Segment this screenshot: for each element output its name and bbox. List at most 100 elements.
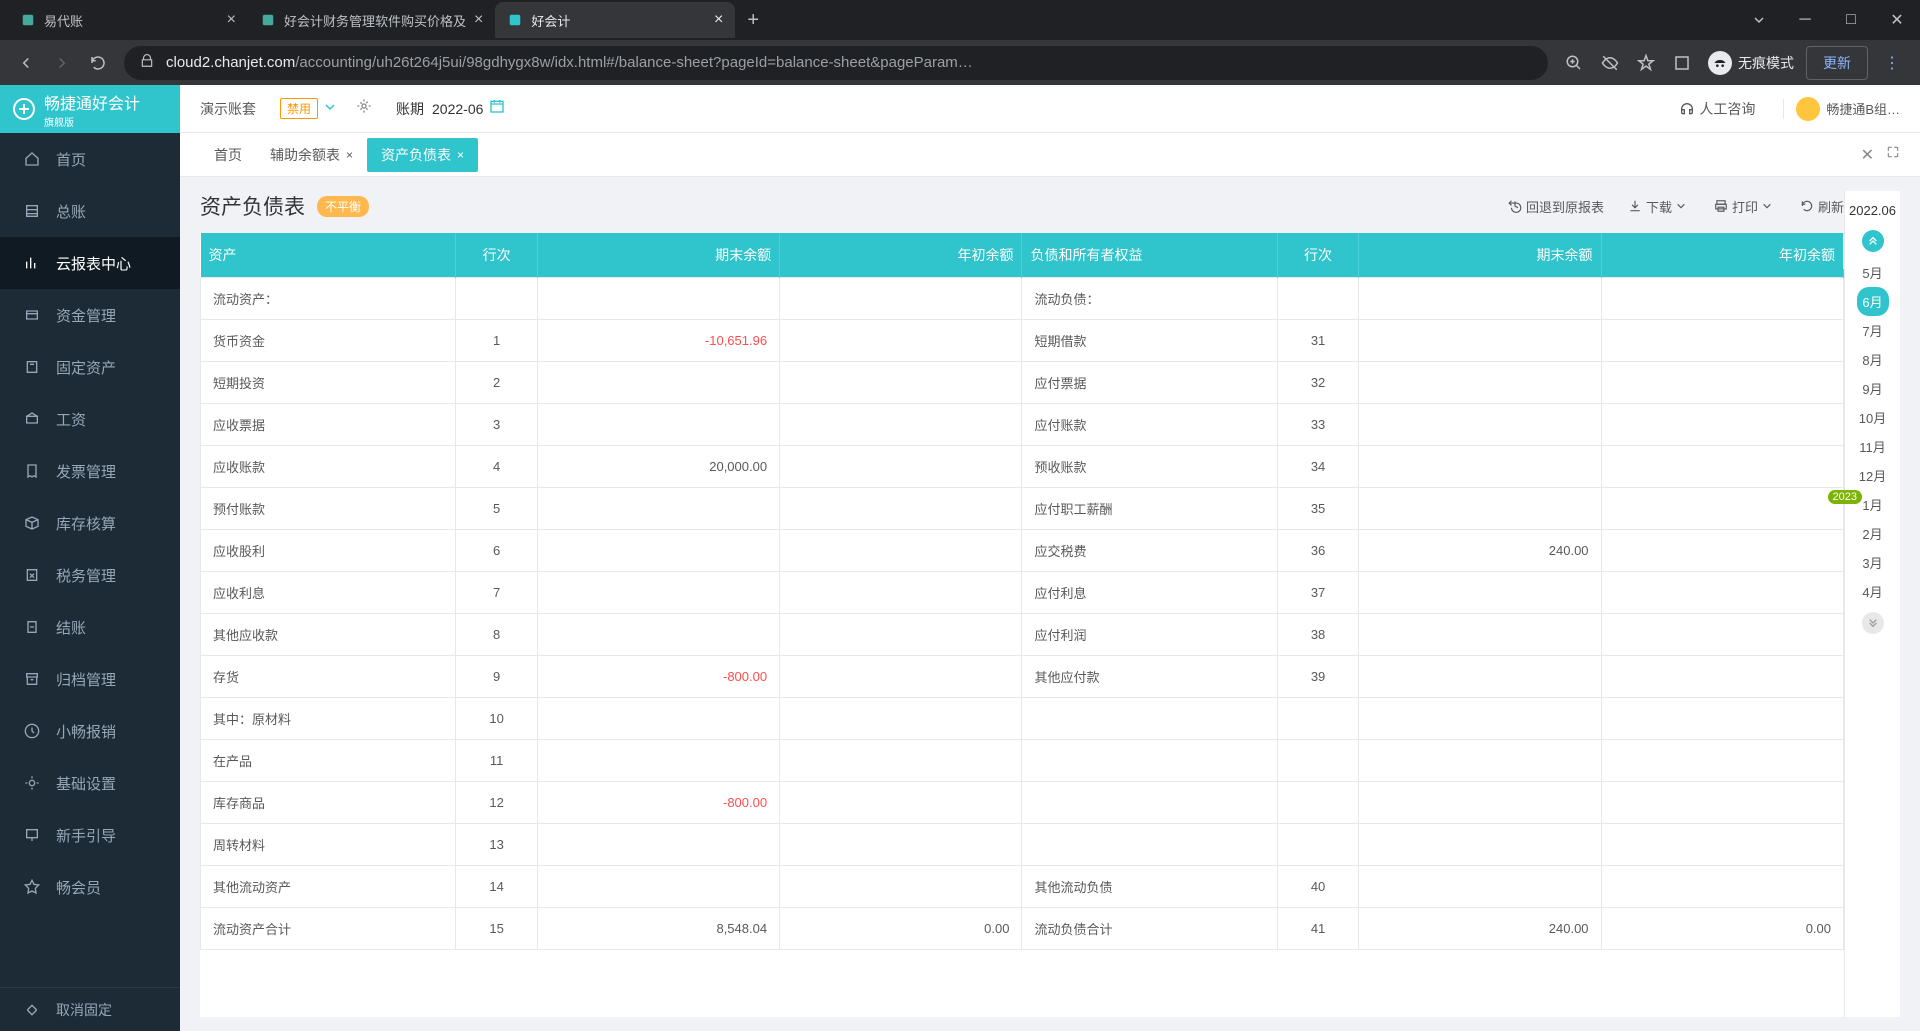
month-item[interactable]: 12月 [1857,461,1889,490]
table-row[interactable]: 周转材料13 [201,824,1844,866]
table-cell [1359,572,1601,614]
new-tab-button[interactable]: + [735,9,771,32]
table-cell: -800.00 [537,656,779,698]
sidebar-item[interactable]: 资金管理 [0,289,180,341]
calendar-icon[interactable] [489,98,505,119]
table-cell: 其他应收款 [201,614,456,656]
month-item[interactable]: 11月 [1857,432,1889,461]
sidebar-item[interactable]: 归档管理 [0,653,180,705]
sidebar-item[interactable]: 结账 [0,601,180,653]
table-row[interactable]: 短期投资2应付票据32 [201,362,1844,404]
sidebar-item[interactable]: 库存核算 [0,497,180,549]
eye-off-icon[interactable] [1592,45,1628,81]
month-scroll-up[interactable] [1862,230,1884,252]
reload-button[interactable] [80,45,116,81]
table-row[interactable]: 在产品11 [201,740,1844,782]
table-cell [1359,488,1601,530]
support-link[interactable]: 人工咨询 [1679,99,1755,119]
month-item[interactable]: 9月 [1857,374,1889,403]
sidebar-unpin[interactable]: 取消固定 [0,987,180,1031]
app-container: 畅捷通好会计 旗舰版 首页总账云报表中心资金管理固定资产工资发票管理库存核算税务… [0,85,1920,1031]
sidebar-item-label: 首页 [56,149,86,170]
sidebar-item[interactable]: 畅会员 [0,861,180,913]
month-item[interactable]: 7月 [1857,316,1889,345]
sidebar-item[interactable]: 税务管理 [0,549,180,601]
browser-tab[interactable]: 易代账 × [8,2,248,38]
content-tab[interactable]: 资产负债表× [367,138,478,172]
account-dropdown[interactable] [324,100,336,118]
table-row[interactable]: 应收股利6应交税费36240.00 [201,530,1844,572]
maximize-button[interactable]: □ [1828,0,1874,40]
account-name: 演示账套 [200,99,256,119]
table-row[interactable]: 应收利息7应付利息37 [201,572,1844,614]
sidebar-item[interactable]: 固定资产 [0,341,180,393]
table-cell [537,572,779,614]
browser-tab[interactable]: 好会计财务管理软件购买价格及× [248,2,495,38]
bookmark-icon[interactable] [1628,45,1664,81]
tabs-close-icon[interactable]: ✕ [1861,145,1874,165]
table-header: 年初余额 [1601,233,1843,278]
download-button[interactable]: 下载 [1628,197,1690,216]
month-item[interactable]: 2月 [1857,519,1889,548]
table-cell [1359,404,1601,446]
table-row[interactable]: 预付账款5应付职工薪酬35 [201,488,1844,530]
sidebar-item-label: 税务管理 [56,565,116,586]
minimize-button[interactable]: ─ [1782,0,1828,40]
print-button[interactable]: 打印 [1714,197,1776,216]
table-row[interactable]: 流动资产合计158,548.040.00流动负债合计41240.000.00 [201,908,1844,950]
revert-button[interactable]: 回退到原报表 [1508,197,1604,216]
sidebar-item[interactable]: 云报表中心 [0,237,180,289]
content-tab[interactable]: 辅助余额表× [256,138,367,172]
sidebar-item[interactable]: 首页 [0,133,180,185]
zoom-icon[interactable] [1556,45,1592,81]
sidebar-item-label: 新手引导 [56,825,116,846]
table-row[interactable]: 流动资产：流动负债： [201,278,1844,320]
sidebar-item[interactable]: 新手引导 [0,809,180,861]
table-row[interactable]: 其他流动资产14其他流动负债40 [201,866,1844,908]
content-tab[interactable]: 首页 [200,138,256,172]
settings-icon[interactable] [356,98,372,119]
sidebar-item[interactable]: 基础设置 [0,757,180,809]
month-item[interactable]: 3月 [1857,548,1889,577]
tab-favicon [507,12,523,28]
month-item[interactable]: 4月 [1857,577,1889,606]
table-row[interactable]: 存货9-800.00其他应付款39 [201,656,1844,698]
month-item[interactable]: 6月 [1857,287,1889,316]
back-button[interactable] [8,45,44,81]
table-row[interactable]: 货币资金1-10,651.96短期借款31 [201,320,1844,362]
table-row[interactable]: 应收账款420,000.00预收账款34 [201,446,1844,488]
month-item[interactable]: 8月 [1857,345,1889,374]
sidebar-item[interactable]: 总账 [0,185,180,237]
month-scroll-down[interactable] [1862,612,1884,634]
browser-menu-button[interactable]: ⋮ [1872,53,1912,73]
content-tab-close-icon[interactable]: × [346,148,353,162]
user-avatar[interactable] [1796,97,1820,121]
table-row[interactable]: 其他应收款8应付利润38 [201,614,1844,656]
tab-title: 易代账 [44,11,219,30]
table-row[interactable]: 应收票据3应付账款33 [201,404,1844,446]
sidebar-item[interactable]: 小畅报销 [0,705,180,757]
sidebar-item[interactable]: 发票管理 [0,445,180,497]
table-cell: 8 [456,614,537,656]
table-row[interactable]: 其中：原材料10 [201,698,1844,740]
extension-icon[interactable] [1664,45,1700,81]
tab-close-icon[interactable]: × [474,11,483,29]
table-row[interactable]: 库存商品12-800.00 [201,782,1844,824]
sidebar-item[interactable]: 工资 [0,393,180,445]
refresh-button[interactable]: 刷新 [1800,197,1844,216]
content-tab-close-icon[interactable]: × [457,148,464,162]
forward-button[interactable] [44,45,80,81]
url-input[interactable]: cloud2.chanjet.com/accounting/uh26t264j5… [124,46,1548,80]
browser-tab[interactable]: 好会计× [495,2,735,38]
tab-close-icon[interactable]: × [227,11,236,29]
table-cell: 应交税费 [1022,530,1277,572]
update-button[interactable]: 更新 [1806,46,1868,80]
month-item[interactable]: 10月 [1857,403,1889,432]
tab-close-icon[interactable]: × [714,11,723,29]
chevron-down-icon[interactable] [1736,0,1782,40]
tab-favicon [20,12,36,28]
tabs-fullscreen-icon[interactable] [1886,145,1900,164]
close-window-button[interactable]: ✕ [1874,0,1920,40]
brand-logo[interactable]: 畅捷通好会计 旗舰版 [0,85,180,133]
month-item[interactable]: 5月 [1857,258,1889,287]
